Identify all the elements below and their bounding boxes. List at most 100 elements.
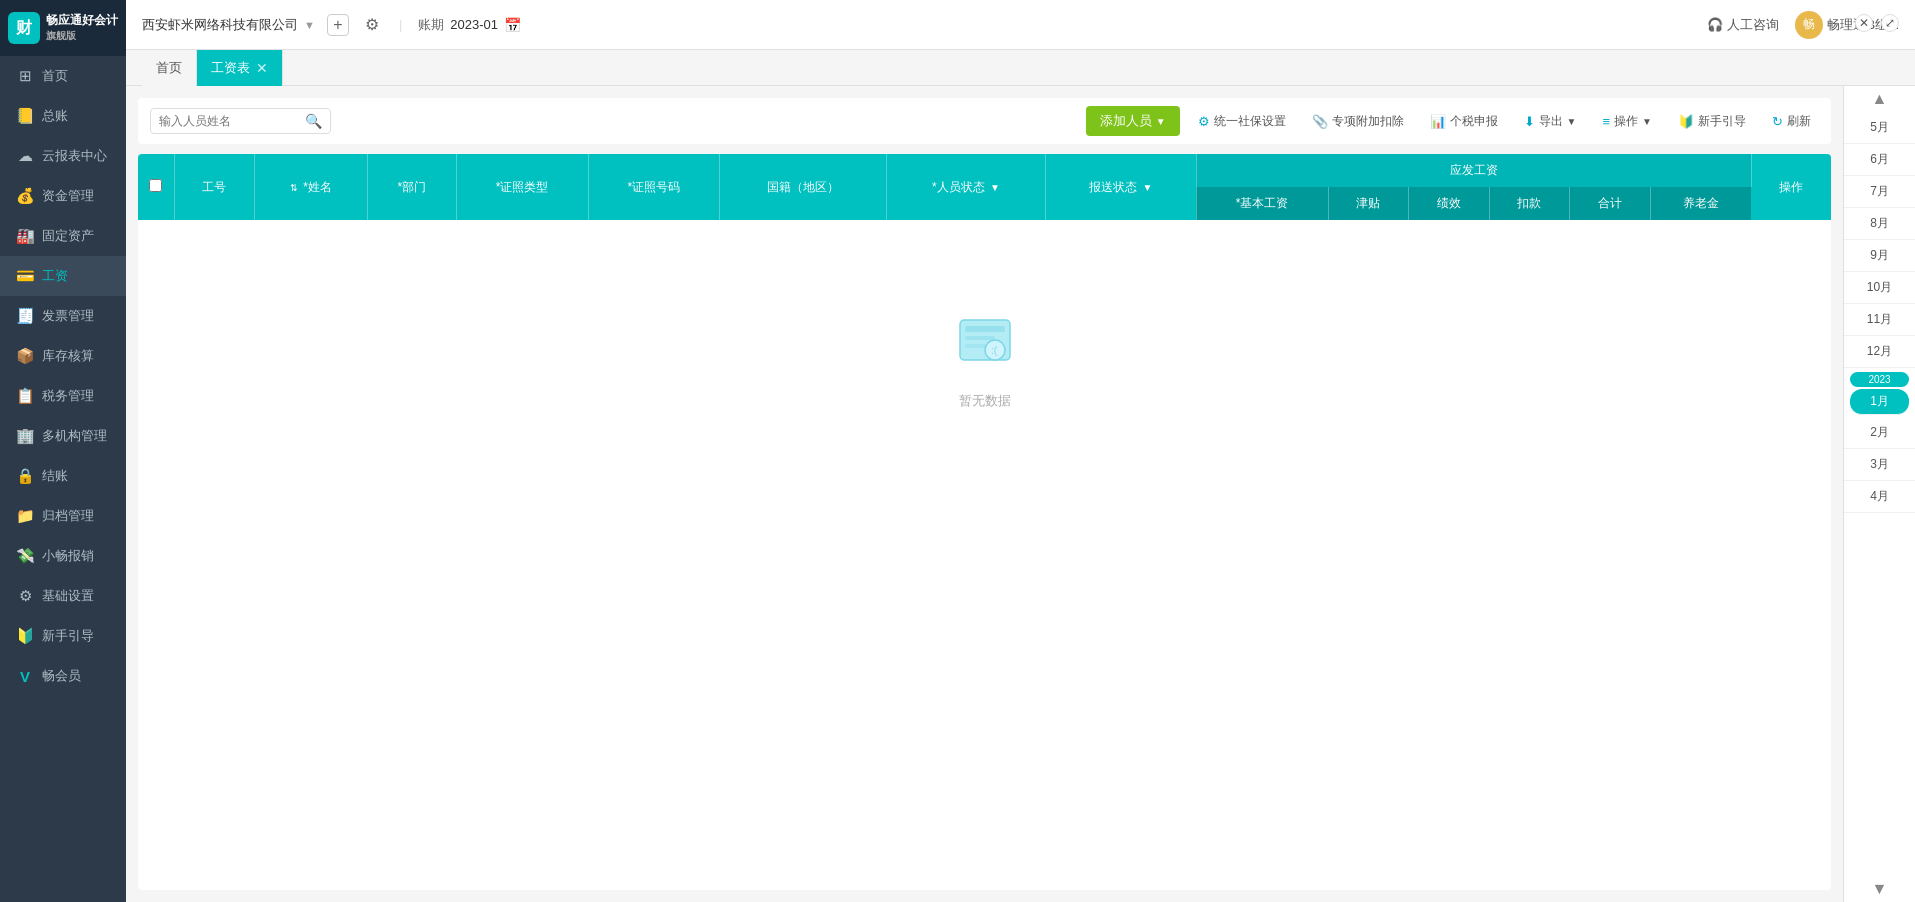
company-name: 西安虾米网络科技有限公司	[142, 16, 298, 34]
personal-tax-button[interactable]: 📊 个税申报	[1422, 109, 1506, 134]
special-deduction-label: 专项附加扣除	[1332, 113, 1404, 130]
sidebar-item-guide[interactable]: 🔰 新手引导	[0, 616, 126, 656]
logo-sub: 旗舰版	[46, 29, 118, 43]
sidebar-item-fixed-assets[interactable]: 🏭 固定资产	[0, 216, 126, 256]
salary-table-content: 🔍 添加人员 ▼ ⚙ 统一社保设置 📎 专项附加扣除	[126, 86, 1843, 902]
operations-label: 操作	[1614, 113, 1638, 130]
calendar-icon[interactable]: 📅	[504, 17, 521, 33]
month-item-9[interactable]: 9月	[1844, 240, 1915, 272]
special-deduction-button[interactable]: 📎 专项附加扣除	[1304, 109, 1412, 134]
tax-report-icon: 📊	[1430, 114, 1446, 129]
empty-state: :( 暂无数据	[138, 220, 1831, 490]
month-item-6[interactable]: 6月	[1844, 144, 1915, 176]
avatar: 畅	[1795, 11, 1823, 39]
sidebar-item-fund[interactable]: 💰 资金管理	[0, 176, 126, 216]
sidebar-item-label: 新手引导	[42, 627, 94, 645]
sidebar-item-expense[interactable]: 💸 小畅报销	[0, 536, 126, 576]
th-pension: 养老金	[1650, 187, 1751, 220]
sidebar-item-label: 归档管理	[42, 507, 94, 525]
sidebar-item-invoice[interactable]: 🧾 发票管理	[0, 296, 126, 336]
search-wrap: 🔍	[150, 108, 331, 134]
member-icon: V	[16, 668, 34, 685]
sidebar: 财 畅应通好会计 旗舰版 ⊞ 首页 📒 总账 ☁ 云报表中心 💰 资金管理 🏭 …	[0, 0, 126, 902]
month-nav-up[interactable]: ▲	[1844, 86, 1915, 112]
th-report-status[interactable]: 报送状态 ▼	[1045, 154, 1196, 220]
month-item-7[interactable]: 7月	[1844, 176, 1915, 208]
month-picker-scroll: 5月 6月 7月 8月 9月 10月 11月 12月 2023 1月 2月 3月…	[1844, 112, 1915, 876]
th-name: ⇅ *姓名	[255, 154, 368, 220]
add-person-button[interactable]: 添加人员 ▼	[1086, 106, 1180, 136]
month-nav-down[interactable]: ▼	[1844, 876, 1915, 902]
window-controls: ✕ ⤢	[1855, 14, 1899, 32]
headset-icon: 🎧	[1707, 17, 1723, 32]
maximize-window-button[interactable]: ⤢	[1881, 14, 1899, 32]
close-window-button[interactable]: ✕	[1855, 14, 1873, 32]
company-settings-button[interactable]: ⚙	[361, 14, 383, 36]
th-id-type: *证照类型	[456, 154, 588, 220]
salary-icon: 💳	[16, 267, 34, 285]
th-base-salary: *基本工资	[1196, 187, 1328, 220]
month-item-8[interactable]: 8月	[1844, 208, 1915, 240]
refresh-button[interactable]: ↻ 刷新	[1764, 109, 1819, 134]
th-dept: *部门	[367, 154, 456, 220]
sidebar-item-ledger[interactable]: 📒 总账	[0, 96, 126, 136]
month-item-11[interactable]: 11月	[1844, 304, 1915, 336]
archive-icon: 📁	[16, 507, 34, 525]
empty-text: 暂无数据	[959, 392, 1011, 410]
company-arrow-icon: ▼	[304, 19, 315, 31]
deduction-icon: 📎	[1312, 114, 1328, 129]
th-status[interactable]: *人员状态 ▼	[886, 154, 1045, 220]
operations-button[interactable]: ≡ 操作 ▼	[1595, 109, 1661, 134]
month-item-3[interactable]: 3月	[1844, 449, 1915, 481]
month-item-2[interactable]: 2月	[1844, 417, 1915, 449]
sidebar-item-inventory[interactable]: 📦 库存核算	[0, 336, 126, 376]
th-id-no: *证照号码	[588, 154, 720, 220]
cloud-icon: ☁	[16, 147, 34, 165]
month-item-1-active[interactable]: 1月	[1850, 389, 1909, 415]
topbar-divider: |	[399, 17, 402, 32]
tab-home[interactable]: 首页	[142, 50, 197, 86]
th-salary-group: 应发工资	[1196, 154, 1751, 187]
app-logo: 财 畅应通好会计 旗舰版	[0, 0, 126, 56]
th-operation: 操作	[1751, 154, 1831, 220]
company-selector[interactable]: 西安虾米网络科技有限公司 ▼	[142, 16, 315, 34]
home-icon: ⊞	[16, 67, 34, 85]
sidebar-item-home[interactable]: ⊞ 首页	[0, 56, 126, 96]
sidebar-item-label: 首页	[42, 67, 68, 85]
ai-consult-button[interactable]: 🎧 人工咨询	[1707, 16, 1779, 34]
th-emp-no: 工号	[174, 154, 255, 220]
th-allowance: 津贴	[1328, 187, 1409, 220]
personal-tax-label: 个税申报	[1450, 113, 1498, 130]
tab-salary[interactable]: 工资表 ✕	[197, 50, 283, 86]
month-item-5[interactable]: 5月	[1844, 112, 1915, 144]
add-company-button[interactable]: +	[327, 14, 349, 36]
logo-icon: 财	[8, 12, 40, 44]
sidebar-item-cloud-report[interactable]: ☁ 云报表中心	[0, 136, 126, 176]
new-guide-button[interactable]: 🔰 新手引导	[1670, 109, 1754, 134]
sidebar-item-archive[interactable]: 📁 归档管理	[0, 496, 126, 536]
sidebar-item-close-account[interactable]: 🔒 结账	[0, 456, 126, 496]
social-security-button[interactable]: ⚙ 统一社保设置	[1190, 109, 1294, 134]
content-area: 🔍 添加人员 ▼ ⚙ 统一社保设置 📎 专项附加扣除	[126, 86, 1915, 902]
select-all-checkbox[interactable]	[149, 179, 162, 192]
th-checkbox[interactable]	[138, 154, 174, 220]
sidebar-item-member[interactable]: V 畅会员	[0, 656, 126, 696]
sidebar-item-settings[interactable]: ⚙ 基础设置	[0, 576, 126, 616]
close-acct-icon: 🔒	[16, 467, 34, 485]
tab-close-icon[interactable]: ✕	[256, 60, 268, 76]
month-item-10[interactable]: 10月	[1844, 272, 1915, 304]
sidebar-item-label: 工资	[42, 267, 68, 285]
sidebar-item-salary[interactable]: 💳 工资	[0, 256, 126, 296]
sidebar-item-tax[interactable]: 📋 税务管理	[0, 376, 126, 416]
export-label: 导出	[1539, 113, 1563, 130]
month-item-4[interactable]: 4月	[1844, 481, 1915, 513]
refresh-icon: ↻	[1772, 114, 1783, 129]
sidebar-item-multi-org[interactable]: 🏢 多机构管理	[0, 416, 126, 456]
export-button[interactable]: ⬇ 导出 ▼	[1516, 109, 1585, 134]
export-icon: ⬇	[1524, 114, 1535, 129]
tax-icon: 📋	[16, 387, 34, 405]
month-item-12[interactable]: 12月	[1844, 336, 1915, 368]
search-input[interactable]	[159, 114, 299, 128]
tab-home-label: 首页	[156, 59, 182, 77]
salary-table: 工号 ⇅ *姓名 *部门 *证照类型	[138, 154, 1831, 490]
